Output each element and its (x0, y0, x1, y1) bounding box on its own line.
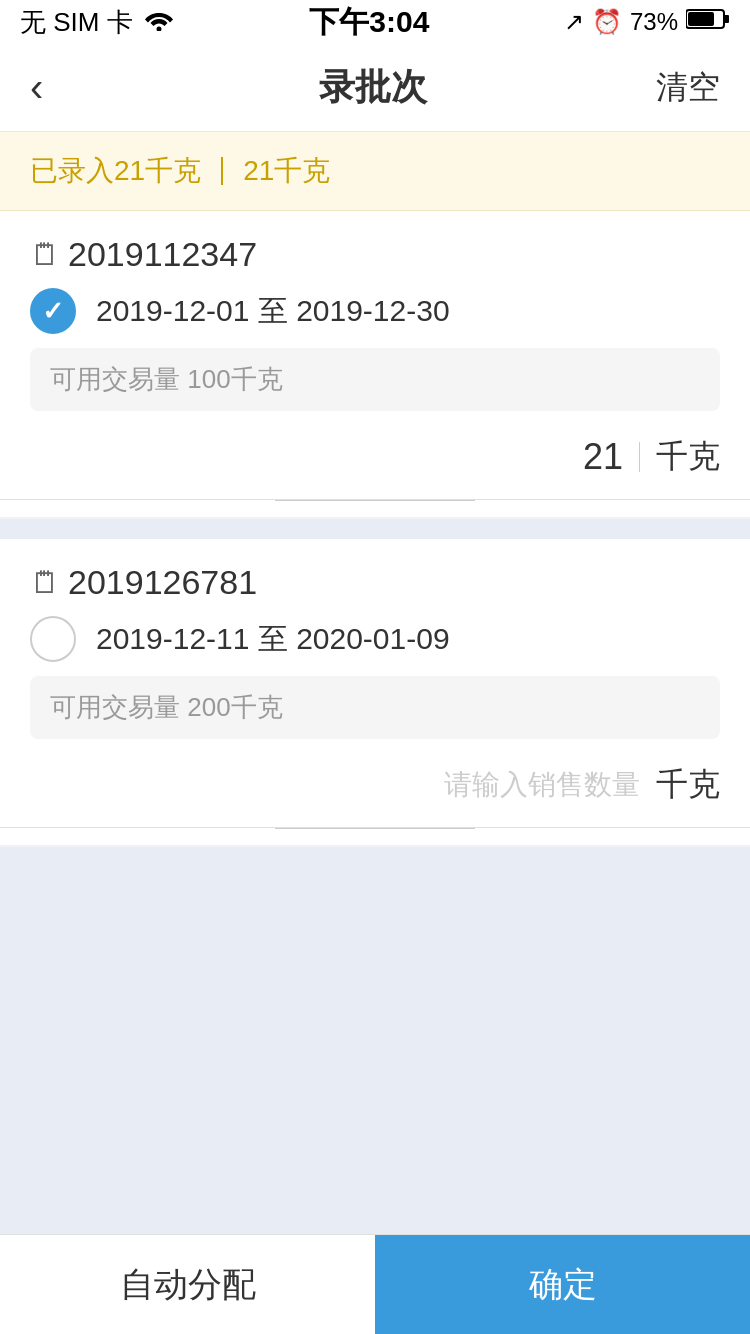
batch-card-2: 🗒 2019126781 ✓ 2019-12-11 至 2020-01-09 可… (0, 539, 750, 845)
batch-2-id: 2019126781 (68, 563, 257, 602)
clear-button[interactable]: 清空 (656, 66, 720, 110)
summary-value: 21千克 (243, 152, 330, 190)
batch-1-qty: 21 (583, 436, 623, 478)
batch-2-available: 可用交易量 200千克 (30, 676, 720, 739)
no-sim-text: 无 SIM 卡 (20, 5, 133, 40)
batch-2-input-row: 请输入销售数量 千克 (0, 749, 750, 828)
input-cursor (639, 442, 640, 472)
battery-text: 73% (630, 8, 678, 36)
svg-point-0 (156, 26, 161, 31)
alarm-icon: ⏰ (592, 8, 622, 36)
battery-icon (686, 8, 730, 36)
batch-1-checkbox[interactable]: ✓ (30, 288, 76, 334)
checkmark-icon: ✓ (42, 296, 64, 327)
summary-divider (221, 157, 223, 185)
batch-2-header: 🗒 2019126781 (0, 539, 750, 610)
batch-1-id: 2019112347 (68, 235, 257, 274)
batch-1-date: 2019-12-01 至 2019-12-30 (96, 291, 450, 332)
batch-1-input-row: 21 千克 (0, 421, 750, 500)
summary-bar: 已录入21千克 21千克 (0, 132, 750, 211)
batch-2-checkbox[interactable]: ✓ (30, 616, 76, 662)
svg-rect-3 (688, 12, 714, 26)
summary-recorded-label: 已录入21千克 (30, 152, 201, 190)
status-left: 无 SIM 卡 (20, 5, 175, 40)
confirm-button[interactable]: 确定 (375, 1235, 750, 1334)
back-button[interactable]: ‹ (30, 65, 90, 110)
status-right: ↗ ⏰ 73% (564, 8, 730, 36)
batch-1-header: 🗒 2019112347 (0, 211, 750, 282)
status-time: 下午3:04 (309, 2, 429, 43)
doc-icon-1: 🗒 (30, 238, 60, 272)
section-separator-1 (0, 519, 750, 539)
doc-icon-2: 🗒 (30, 566, 60, 600)
location-icon: ↗ (564, 8, 584, 36)
wifi-icon (143, 7, 175, 38)
batch-2-unit: 千克 (656, 763, 720, 807)
batch-2-date: 2019-12-11 至 2020-01-09 (96, 619, 450, 660)
batch-card-1: 🗒 2019112347 ✓ 2019-12-01 至 2019-12-30 可… (0, 211, 750, 517)
section-separator-2 (0, 847, 750, 867)
batch-2-date-row: ✓ 2019-12-11 至 2020-01-09 (0, 610, 750, 668)
nav-bar: ‹ 录批次 清空 (0, 44, 750, 132)
svg-rect-2 (724, 15, 729, 23)
bottom-bar: 自动分配 确定 (0, 1234, 750, 1334)
auto-distribute-button[interactable]: 自动分配 (0, 1235, 375, 1334)
batch-1-unit: 千克 (656, 435, 720, 479)
batch-1-available: 可用交易量 100千克 (30, 348, 720, 411)
status-bar: 无 SIM 卡 下午3:04 ↗ ⏰ 73% (0, 0, 750, 44)
batch-1-date-row: ✓ 2019-12-01 至 2019-12-30 (0, 282, 750, 340)
page-title: 录批次 (319, 63, 427, 112)
batch-2-qty-placeholder: 请输入销售数量 (30, 766, 640, 804)
